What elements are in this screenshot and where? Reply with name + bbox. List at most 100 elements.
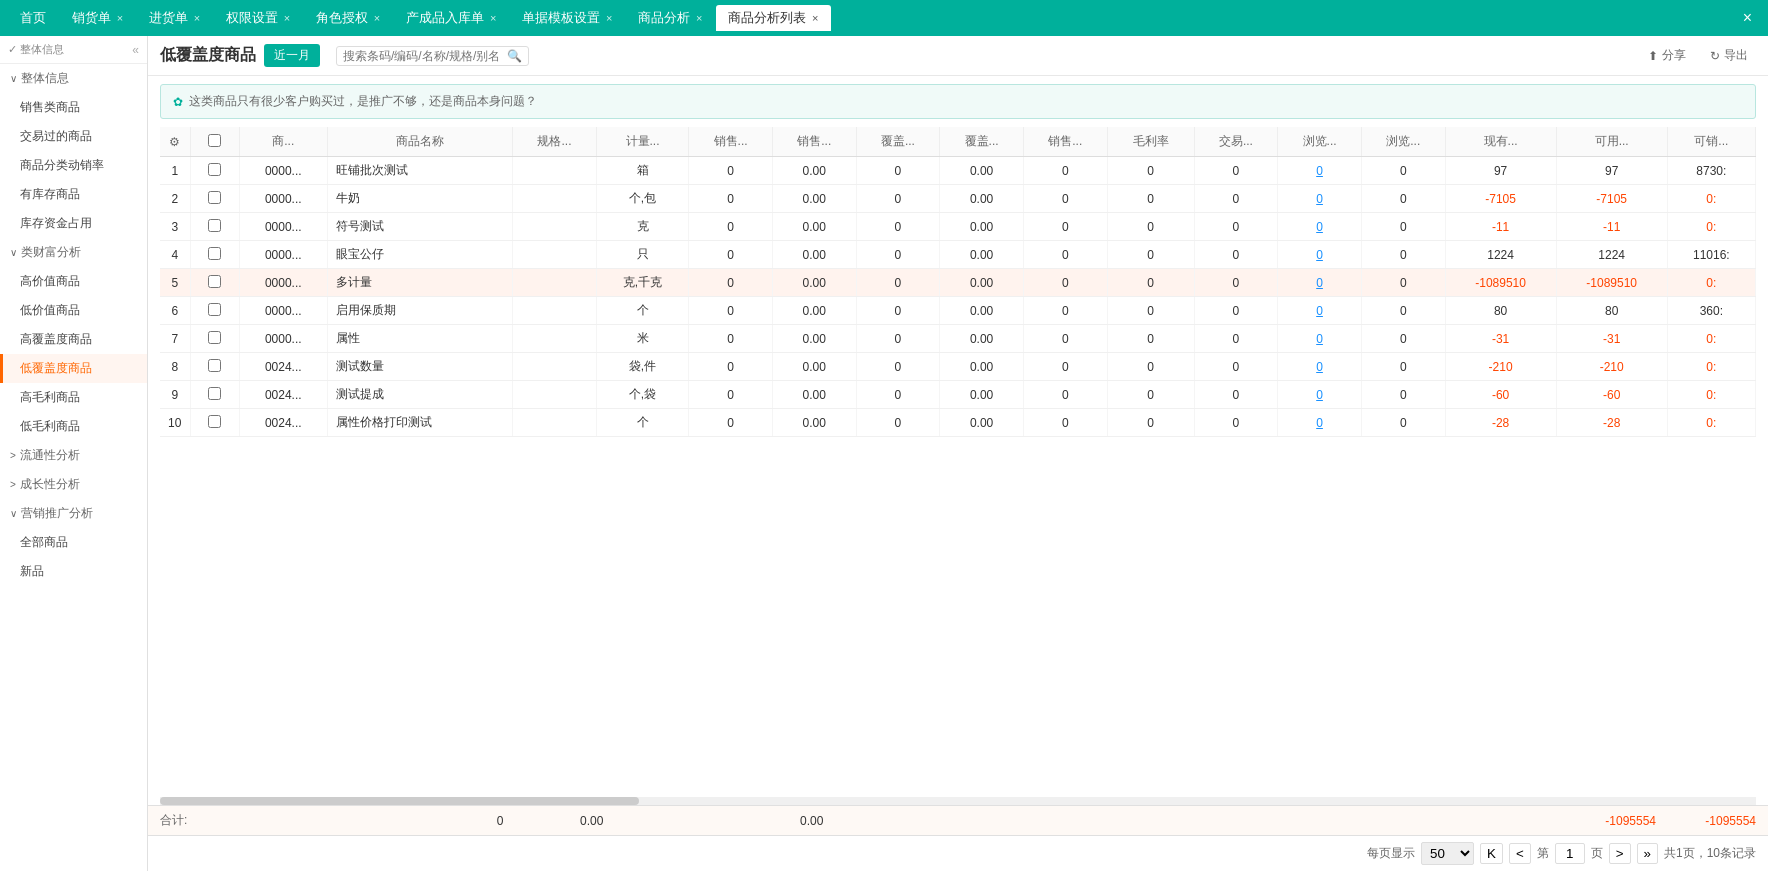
sidebar-item-new-products[interactable]: 新品 <box>0 557 147 586</box>
row-checkbox-6[interactable] <box>190 297 239 325</box>
nav-product-storage[interactable]: 产成品入库单 × <box>394 5 508 31</box>
saleable-column-header[interactable]: 可销... <box>1667 127 1755 157</box>
page-number-input[interactable] <box>1555 843 1585 864</box>
row-browse1-3[interactable]: 0 <box>1278 213 1362 241</box>
nav-roles[interactable]: 角色授权 × <box>304 5 392 31</box>
last-page-button[interactable]: » <box>1637 843 1658 864</box>
nav-product-storage-close[interactable]: × <box>490 12 496 24</box>
row-checkbox-2[interactable] <box>190 185 239 213</box>
nav-template-settings-close[interactable]: × <box>606 12 612 24</box>
sales-count-column-header[interactable]: 销售... <box>1023 127 1107 157</box>
sidebar-collapse-icon[interactable]: « <box>132 43 139 57</box>
nav-sales[interactable]: 销货单 × <box>60 5 135 31</box>
name-column-header[interactable]: 商品名称 <box>327 127 512 157</box>
nav-roles-close[interactable]: × <box>374 12 380 24</box>
sales-amt-column-header[interactable]: 销售... <box>772 127 856 157</box>
row-checkbox-4[interactable] <box>190 241 239 269</box>
browse2-column-header[interactable]: 浏览... <box>1361 127 1445 157</box>
nav-permissions-close[interactable]: × <box>284 12 290 24</box>
horizontal-scrollbar[interactable] <box>160 797 1756 805</box>
row-select-checkbox-1[interactable] <box>208 163 221 176</box>
row-select-checkbox-4[interactable] <box>208 247 221 260</box>
sidebar-section-overall[interactable]: ∨ 整体信息 <box>0 64 147 93</box>
current-stock-column-header[interactable]: 现有... <box>1445 127 1556 157</box>
coverage1-column-header[interactable]: 覆盖... <box>856 127 940 157</box>
chevron-right-icon-2: > <box>10 479 16 490</box>
nav-purchase-close[interactable]: × <box>194 12 200 24</box>
row-select-checkbox-10[interactable] <box>208 415 221 428</box>
available-column-header[interactable]: 可用... <box>1556 127 1667 157</box>
nav-purchase[interactable]: 进货单 × <box>137 5 212 31</box>
search-input[interactable] <box>343 49 503 63</box>
sales-qty-column-header[interactable]: 销售... <box>689 127 773 157</box>
sidebar-item-traded-products[interactable]: 交易过的商品 <box>0 122 147 151</box>
row-checkbox-9[interactable] <box>190 381 239 409</box>
nav-product-analysis-list[interactable]: 商品分析列表 × <box>716 5 830 31</box>
sidebar-item-high-value[interactable]: 高价值商品 <box>0 267 147 296</box>
select-all-checkbox[interactable] <box>208 134 221 147</box>
sidebar-item-low-margin[interactable]: 低毛利商品 <box>0 412 147 441</box>
first-page-button[interactable]: K <box>1480 843 1503 864</box>
nav-template-settings[interactable]: 单据模板设置 × <box>510 5 624 31</box>
browse1-column-header[interactable]: 浏览... <box>1278 127 1362 157</box>
coverage2-column-header[interactable]: 覆盖... <box>940 127 1024 157</box>
row-browse1-7[interactable]: 0 <box>1278 325 1362 353</box>
code-column-header[interactable]: 商... <box>239 127 327 157</box>
sidebar-item-low-coverage[interactable]: 低覆盖度商品 <box>0 354 147 383</box>
sidebar-item-stocked-products[interactable]: 有库存商品 <box>0 180 147 209</box>
window-close-button[interactable]: × <box>1735 5 1760 31</box>
sidebar-section-growth[interactable]: > 成长性分析 <box>0 470 147 499</box>
sidebar-item-high-coverage[interactable]: 高覆盖度商品 <box>0 325 147 354</box>
row-select-checkbox-6[interactable] <box>208 303 221 316</box>
row-browse1-5[interactable]: 0 <box>1278 269 1362 297</box>
sidebar-item-category-sales-rate[interactable]: 商品分类动销率 <box>0 151 147 180</box>
prev-page-button[interactable]: < <box>1509 843 1531 864</box>
nav-product-analysis-list-close[interactable]: × <box>812 12 818 24</box>
row-checkbox-10[interactable] <box>190 409 239 437</box>
search-icon[interactable]: 🔍 <box>507 49 522 63</box>
nav-sales-close[interactable]: × <box>117 12 123 24</box>
row-checkbox-1[interactable] <box>190 157 239 185</box>
unit-column-header[interactable]: 计量... <box>596 127 688 157</box>
scrollbar-thumb[interactable] <box>160 797 639 805</box>
sidebar-section-marketing[interactable]: ∨ 营销推广分析 <box>0 499 147 528</box>
row-checkbox-3[interactable] <box>190 213 239 241</box>
gross-margin-column-header[interactable]: 毛利率 <box>1107 127 1194 157</box>
row-browse1-9[interactable]: 0 <box>1278 381 1362 409</box>
spec-column-header[interactable]: 规格... <box>513 127 597 157</box>
nav-permissions[interactable]: 权限设置 × <box>214 5 302 31</box>
sidebar-section-circulation[interactable]: > 流通性分析 <box>0 441 147 470</box>
period-button[interactable]: 近一月 <box>264 44 320 67</box>
next-page-button[interactable]: > <box>1609 843 1631 864</box>
row-select-checkbox-2[interactable] <box>208 191 221 204</box>
row-browse1-6[interactable]: 0 <box>1278 297 1362 325</box>
nav-product-analysis-close[interactable]: × <box>696 12 702 24</box>
export-button[interactable]: ↻ 导出 <box>1702 44 1756 67</box>
row-checkbox-7[interactable] <box>190 325 239 353</box>
nav-product-analysis[interactable]: 商品分析 × <box>626 5 714 31</box>
sidebar-section-wealth[interactable]: ∨ 类财富分析 <box>0 238 147 267</box>
sidebar-item-sales-products[interactable]: 销售类商品 <box>0 93 147 122</box>
checkbox-column-header[interactable] <box>190 127 239 157</box>
share-button[interactable]: ⬆ 分享 <box>1640 44 1694 67</box>
row-select-checkbox-9[interactable] <box>208 387 221 400</box>
sidebar-item-all-products[interactable]: 全部商品 <box>0 528 147 557</box>
row-checkbox-8[interactable] <box>190 353 239 381</box>
row-checkbox-5[interactable] <box>190 269 239 297</box>
sidebar-item-high-margin[interactable]: 高毛利商品 <box>0 383 147 412</box>
nav-home[interactable]: 首页 <box>8 5 58 31</box>
row-browse1-2[interactable]: 0 <box>1278 185 1362 213</box>
row-browse1-1[interactable]: 0 <box>1278 157 1362 185</box>
sidebar-item-stock-funds[interactable]: 库存资金占用 <box>0 209 147 238</box>
row-select-checkbox-8[interactable] <box>208 359 221 372</box>
row-browse1-4[interactable]: 0 <box>1278 241 1362 269</box>
settings-column-header[interactable]: ⚙ <box>160 127 190 157</box>
row-select-checkbox-5[interactable] <box>208 275 221 288</box>
page-size-select[interactable]: 50 20 100 <box>1421 842 1474 865</box>
row-select-checkbox-7[interactable] <box>208 331 221 344</box>
row-select-checkbox-3[interactable] <box>208 219 221 232</box>
sidebar-item-low-value[interactable]: 低价值商品 <box>0 296 147 325</box>
row-browse1-10[interactable]: 0 <box>1278 409 1362 437</box>
row-browse1-8[interactable]: 0 <box>1278 353 1362 381</box>
trade-column-header[interactable]: 交易... <box>1194 127 1278 157</box>
